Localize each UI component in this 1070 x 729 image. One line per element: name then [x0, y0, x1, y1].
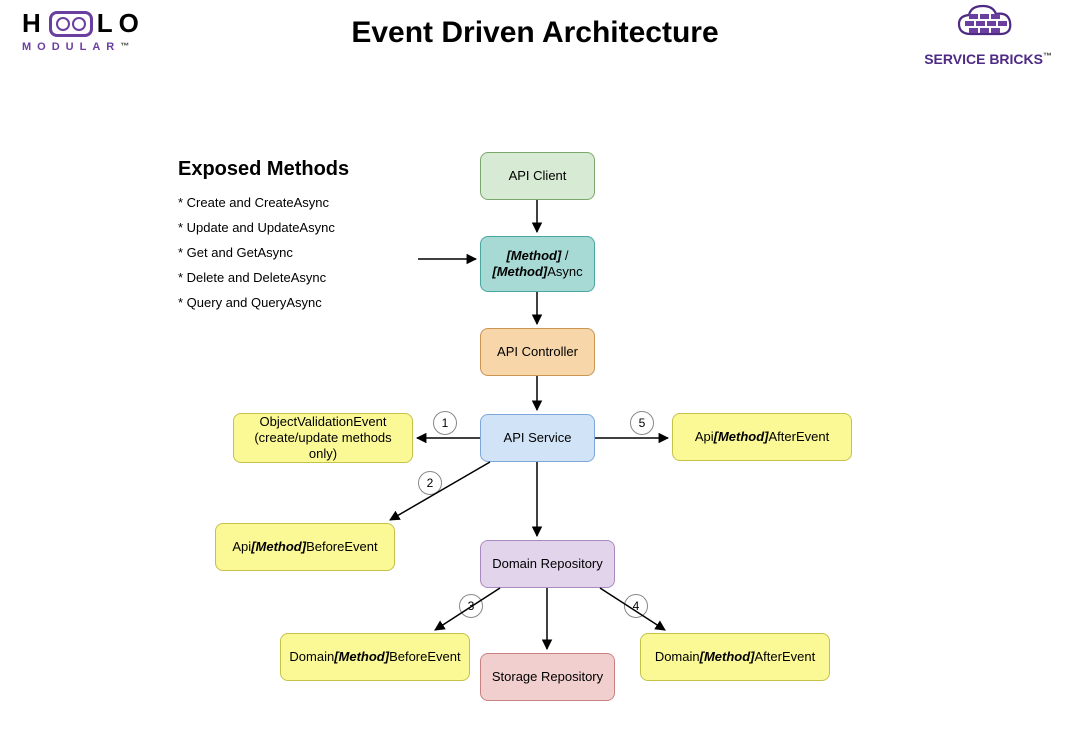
- exposed-methods-heading: Exposed Methods: [178, 158, 349, 181]
- node-api-controller: API Controller: [480, 328, 595, 376]
- step-5: 5: [630, 411, 654, 435]
- method-item: * Delete and DeleteAsync: [178, 270, 349, 285]
- node-domain-repo: Domain Repository: [480, 540, 615, 588]
- node-storage-repo: Storage Repository: [480, 653, 615, 701]
- method-item: * Query and QueryAsync: [178, 295, 349, 310]
- node-object-validation: ObjectValidationEvent (create/update met…: [233, 413, 413, 463]
- method-item: * Create and CreateAsync: [178, 195, 349, 210]
- node-api-client: API Client: [480, 152, 595, 200]
- node-api-after: Api[Method]AfterEvent: [672, 413, 852, 461]
- node-api-before: Api[Method]BeforeEvent: [215, 523, 395, 571]
- exposed-methods-block: Exposed Methods * Create and CreateAsync…: [178, 158, 349, 320]
- method-item: * Get and GetAsync: [178, 245, 349, 260]
- node-api-service: API Service: [480, 414, 595, 462]
- node-domain-after: Domain[Method]AfterEvent: [640, 633, 830, 681]
- step-4: 4: [624, 594, 648, 618]
- node-method-async: [Method] / [Method]Async: [480, 236, 595, 292]
- diagram-title: Event Driven Architecture: [0, 16, 1070, 50]
- step-2: 2: [418, 471, 442, 495]
- step-3: 3: [459, 594, 483, 618]
- node-domain-before: Domain[Method]BeforeEvent: [280, 633, 470, 681]
- method-item: * Update and UpdateAsync: [178, 220, 349, 235]
- step-1: 1: [433, 411, 457, 435]
